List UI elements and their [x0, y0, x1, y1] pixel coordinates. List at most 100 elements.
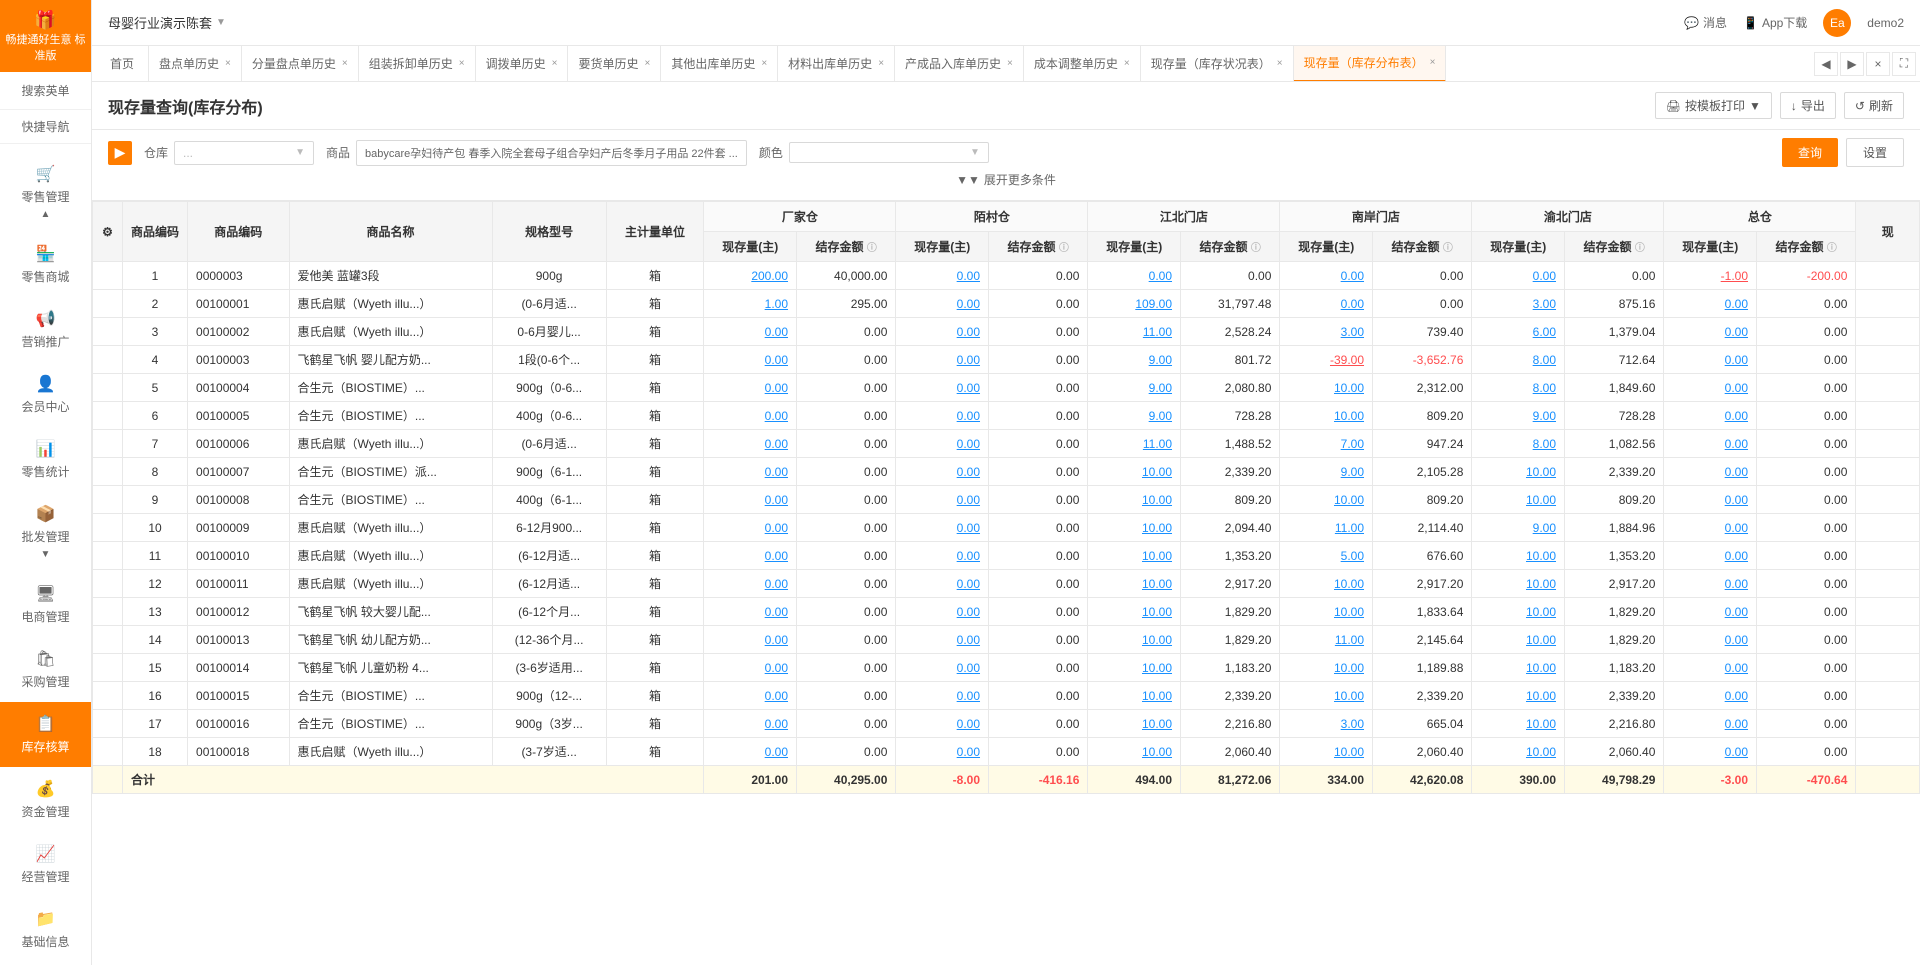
row-c5-qty[interactable]: 10.00: [1472, 682, 1565, 710]
sidebar-item-member[interactable]: 👤 会员中心: [0, 362, 91, 427]
row-c1-qty[interactable]: 0.00: [704, 402, 797, 430]
row-c3-qty[interactable]: 10.00: [1088, 458, 1181, 486]
row-tot-qty[interactable]: 0.00: [1664, 514, 1757, 542]
row-c1-qty[interactable]: 0.00: [704, 346, 797, 374]
row-c4-qty[interactable]: 10.00: [1280, 374, 1373, 402]
username[interactable]: demo2: [1867, 16, 1904, 30]
row-c2-qty[interactable]: 0.00: [896, 486, 989, 514]
row-c4-qty[interactable]: 10.00: [1280, 682, 1373, 710]
tab-cost-adjust[interactable]: 成本调整单历史 ×: [1024, 46, 1141, 82]
settings-search-btn[interactable]: 设置: [1846, 138, 1904, 167]
row-c2-qty[interactable]: 0.00: [896, 654, 989, 682]
row-tot-qty[interactable]: 0.00: [1664, 710, 1757, 738]
row-c1-qty[interactable]: 0.00: [704, 542, 797, 570]
row-c2-qty[interactable]: 0.00: [896, 458, 989, 486]
row-c2-qty[interactable]: 0.00: [896, 570, 989, 598]
row-c2-qty[interactable]: 0.00: [896, 598, 989, 626]
row-c1-qty[interactable]: 0.00: [704, 514, 797, 542]
row-c3-qty[interactable]: 10.00: [1088, 682, 1181, 710]
factory-amt-info[interactable]: ⓘ: [867, 243, 877, 254]
row-c4-qty[interactable]: 10.00: [1280, 570, 1373, 598]
tab-inventory-count[interactable]: 盘点单历史 ×: [149, 46, 242, 82]
row-c4-qty[interactable]: 3.00: [1280, 318, 1373, 346]
row-c3-qty[interactable]: 10.00: [1088, 738, 1181, 766]
export-btn[interactable]: ↓ 导出: [1780, 92, 1836, 119]
sidebar-item-wholesale[interactable]: 📦 批发管理 ▼: [0, 492, 91, 572]
tab-stock-status[interactable]: 现存量（库存状况表） ×: [1141, 46, 1294, 82]
row-c3-qty[interactable]: 10.00: [1088, 570, 1181, 598]
tab-close-icon[interactable]: ×: [342, 58, 348, 69]
tab-fullscreen-btn[interactable]: ⛶: [1892, 52, 1916, 76]
color-input[interactable]: ▼: [789, 142, 989, 163]
row-c3-qty[interactable]: 9.00: [1088, 402, 1181, 430]
row-c2-qty[interactable]: 0.00: [896, 262, 989, 290]
row-tot-qty[interactable]: 0.00: [1664, 318, 1757, 346]
sidebar-logo[interactable]: 🎁 畅捷通好生意 标准版: [0, 0, 91, 72]
row-c4-qty[interactable]: 10.00: [1280, 738, 1373, 766]
row-c2-qty[interactable]: 0.00: [896, 318, 989, 346]
sidebar-item-marketing[interactable]: 📢 营销推广: [0, 297, 91, 362]
row-tot-qty[interactable]: 0.00: [1664, 570, 1757, 598]
row-c4-qty[interactable]: 7.00: [1280, 430, 1373, 458]
tab-close-icon[interactable]: ×: [1430, 57, 1436, 68]
row-c5-qty[interactable]: 8.00: [1472, 346, 1565, 374]
row-c1-qty[interactable]: 0.00: [704, 710, 797, 738]
row-c1-qty[interactable]: 200.00: [704, 262, 797, 290]
tab-material-out[interactable]: 材料出库单历史 ×: [778, 46, 895, 82]
row-tot-qty[interactable]: 0.00: [1664, 290, 1757, 318]
row-c2-qty[interactable]: 0.00: [896, 430, 989, 458]
tab-close-icon[interactable]: ×: [552, 58, 558, 69]
tab-close-all-btn[interactable]: ×: [1866, 52, 1890, 76]
row-c3-qty[interactable]: 9.00: [1088, 374, 1181, 402]
row-c5-qty[interactable]: 6.00: [1472, 318, 1565, 346]
tab-requisition[interactable]: 要货单历史 ×: [568, 46, 661, 82]
row-c1-qty[interactable]: 0.00: [704, 374, 797, 402]
row-c3-qty[interactable]: 10.00: [1088, 486, 1181, 514]
row-tot-qty[interactable]: 0.00: [1664, 654, 1757, 682]
yubei-amt-info[interactable]: ⓘ: [1635, 243, 1645, 254]
row-c4-qty[interactable]: 5.00: [1280, 542, 1373, 570]
row-c2-qty[interactable]: 0.00: [896, 402, 989, 430]
sidebar-item-retail-stats[interactable]: 📊 零售统计: [0, 427, 91, 492]
row-c5-qty[interactable]: 10.00: [1472, 458, 1565, 486]
row-c5-qty[interactable]: 10.00: [1472, 710, 1565, 738]
row-c5-qty[interactable]: 10.00: [1472, 626, 1565, 654]
row-tot-qty[interactable]: 0.00: [1664, 626, 1757, 654]
print-btn[interactable]: 🖨 按模板打印 ▼: [1655, 92, 1772, 119]
refresh-btn[interactable]: ↺ 刷新: [1844, 92, 1904, 119]
row-tot-qty[interactable]: -1.00: [1664, 262, 1757, 290]
sidebar-item-ecom[interactable]: 🖥 电商管理: [0, 572, 91, 637]
tab-close-icon[interactable]: ×: [761, 58, 767, 69]
tab-home[interactable]: 首页: [96, 46, 149, 82]
row-c1-qty[interactable]: 0.00: [704, 318, 797, 346]
row-tot-qty[interactable]: 0.00: [1664, 346, 1757, 374]
row-c4-qty[interactable]: 0.00: [1280, 262, 1373, 290]
avatar[interactable]: Ea: [1823, 9, 1851, 37]
row-c5-qty[interactable]: 3.00: [1472, 290, 1565, 318]
message-btn[interactable]: 💬 消息: [1684, 14, 1727, 31]
row-tot-qty[interactable]: 0.00: [1664, 542, 1757, 570]
tab-close-icon[interactable]: ×: [225, 58, 231, 69]
row-c5-qty[interactable]: 0.00: [1472, 262, 1565, 290]
app-download-btn[interactable]: 📱 App下载: [1743, 14, 1807, 31]
row-c4-qty[interactable]: -39.00: [1280, 346, 1373, 374]
row-c1-qty[interactable]: 0.00: [704, 486, 797, 514]
row-c5-qty[interactable]: 9.00: [1472, 402, 1565, 430]
row-c1-qty[interactable]: 0.00: [704, 654, 797, 682]
product-input[interactable]: babycare孕妇待产包 春季入院全套母子组合孕妇产后冬季月子用品 22件套 …: [356, 140, 747, 166]
row-tot-qty[interactable]: 0.00: [1664, 430, 1757, 458]
row-c3-qty[interactable]: 11.00: [1088, 430, 1181, 458]
sidebar-item-base[interactable]: 📁 基础信息: [0, 897, 91, 962]
sidebar-search-btn[interactable]: 搜索英单: [0, 72, 91, 110]
row-c1-qty[interactable]: 0.00: [704, 458, 797, 486]
row-c5-qty[interactable]: 8.00: [1472, 374, 1565, 402]
row-c2-qty[interactable]: 0.00: [896, 682, 989, 710]
row-c5-qty[interactable]: 10.00: [1472, 486, 1565, 514]
row-c5-qty[interactable]: 10.00: [1472, 542, 1565, 570]
tab-close-icon[interactable]: ×: [1124, 58, 1130, 69]
tab-close-icon[interactable]: ×: [644, 58, 650, 69]
warehouse-input[interactable]: ... ▼: [174, 141, 314, 165]
total-amt-info[interactable]: ⓘ: [1827, 243, 1837, 254]
tab-product-in[interactable]: 产成品入库单历史 ×: [895, 46, 1024, 82]
row-c3-qty[interactable]: 10.00: [1088, 514, 1181, 542]
